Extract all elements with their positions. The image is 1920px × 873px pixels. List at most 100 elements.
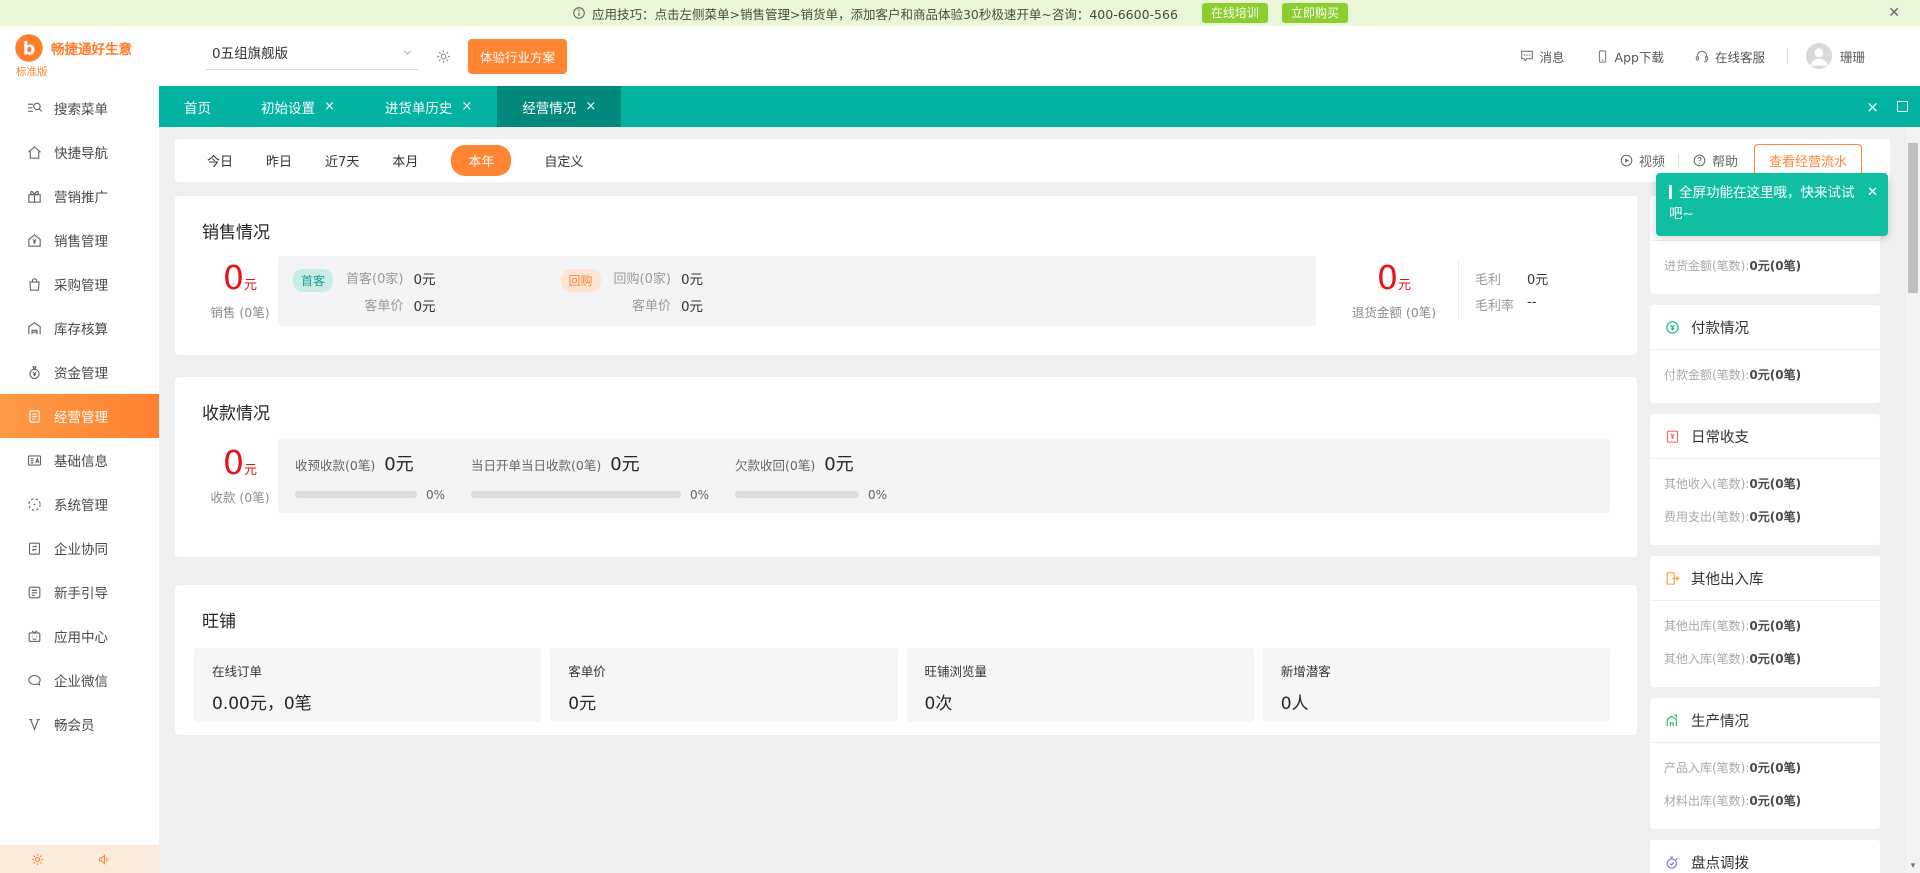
metric-label: 当日开单当日收款(0笔)	[471, 457, 602, 473]
online-training-button[interactable]: 在线培训	[1201, 2, 1268, 24]
range-month[interactable]: 本月	[392, 151, 418, 170]
metric-value: 0元	[610, 453, 640, 475]
sidebar-item-marketing[interactable]: 营销推广	[0, 174, 159, 218]
main-column: 销售情况 0元 销售 (0笔) 首客 首客(0家) 0元 客单价 0元 回购 回…	[175, 196, 1637, 873]
sidebar-item-label: 搜索菜单	[54, 102, 108, 118]
home-icon	[28, 145, 41, 159]
section-title: 其他出入库	[1691, 571, 1764, 588]
warehouse-icon	[28, 321, 41, 334]
vertical-scrollbar[interactable]: ▾	[1906, 127, 1920, 873]
clipboard-icon	[29, 409, 40, 423]
dashboard-page: 今日 昨日 近7天 本月 本年 自定义 视频 帮助 查看经营流水 销售情况 0元…	[159, 127, 1920, 873]
row-label: 进货金额(笔数):	[1664, 259, 1750, 273]
tile-label: 客单价	[568, 664, 606, 679]
row-label: 其他入库(笔数):	[1664, 652, 1750, 666]
stocktake-section: 盘点调拨	[1650, 840, 1880, 873]
metric-label: 收预收款(0笔)	[295, 457, 376, 473]
sidebar-item-search-menu[interactable]: 搜索菜单	[0, 86, 159, 130]
sidebar: 搜索菜单 快捷导航 营销推广 销售管理 采购管理 库存核算 资金管理 经营管理 …	[0, 86, 159, 873]
repeat-customer-label: 回购(0家)	[613, 271, 671, 287]
sidebar-item-app-center[interactable]: 应用中心	[0, 614, 159, 658]
row-label: 其他出库(笔数):	[1664, 619, 1750, 633]
sidebar-item-sales[interactable]: 销售管理	[0, 218, 159, 262]
sidebar-item-wechat[interactable]: 企业微信	[0, 658, 159, 702]
shopping-bag-icon	[29, 277, 40, 291]
video-link[interactable]: 视频	[1619, 151, 1665, 170]
section-title: 盘点调拨	[1691, 855, 1749, 872]
range-7days[interactable]: 近7天	[325, 151, 359, 170]
sidebar-item-base-info[interactable]: 基础信息	[0, 438, 159, 482]
range-custom[interactable]: 自定义	[544, 151, 583, 170]
tooltip-close-icon[interactable]: ✕	[1867, 183, 1878, 203]
messages-link[interactable]: 消息	[1519, 47, 1565, 66]
sidebar-item-guide[interactable]: 新手引导	[0, 570, 159, 614]
collection-amount-unit: 元	[243, 462, 257, 478]
panel-row: 进货金额(笔数):0元(0笔)	[1664, 257, 1866, 274]
sidebar-item-business[interactable]: 经营管理	[0, 394, 159, 438]
buy-now-button[interactable]: 立即购买	[1281, 2, 1348, 24]
sidebar-item-label: 营销推广	[54, 190, 108, 206]
same-day-metric: 当日开单当日收款(0笔) 0元 0%	[471, 450, 709, 502]
help-circle-icon	[1693, 154, 1706, 167]
sidebar-item-inventory[interactable]: 库存核算	[0, 306, 159, 350]
sidebar-item-purchase[interactable]: 采购管理	[0, 262, 159, 306]
sidebar-item-label: 采购管理	[54, 278, 108, 294]
tab-business-status[interactable]: 经营情况 ×	[497, 86, 622, 127]
online-service-label: 在线客服	[1714, 49, 1765, 65]
tab-close-icon[interactable]: ×	[585, 99, 596, 114]
tab-purchase-history[interactable]: 进货单历史 ×	[360, 86, 497, 127]
sidebar-item-label: 企业协同	[54, 542, 108, 558]
wechat-icon	[28, 674, 41, 686]
right-panel: 进货金额(笔数):0元(0笔) 付款情况 付款金额(笔数):0元(0笔) 日常收…	[1650, 196, 1880, 873]
collection-amount: 0	[222, 442, 244, 482]
org-select[interactable]: 0五组旗舰版	[206, 42, 418, 70]
sidebar-item-quick-nav[interactable]: 快捷导航	[0, 130, 159, 174]
panel-row: 其他入库(笔数):0元(0笔)	[1664, 650, 1866, 667]
info-card-icon	[27, 454, 42, 466]
row-label: 其他收入(笔数):	[1664, 477, 1750, 491]
refund-amount-block: 0元 退货金额 (0笔)	[1330, 261, 1458, 321]
sales-amount-block: 0元 销售 (0笔)	[202, 261, 278, 321]
sidebar-item-funds[interactable]: 资金管理	[0, 350, 159, 394]
tab-label: 进货单历史	[384, 100, 453, 117]
experience-plan-button[interactable]: 体验行业方案	[468, 38, 568, 74]
fullscreen-icon[interactable]	[1897, 101, 1908, 112]
tab-home[interactable]: 首页	[159, 86, 236, 127]
sidebar-item-member[interactable]: 畅会员	[0, 702, 159, 746]
collection-detail-box: 收预收款(0笔) 0元 0% 当日开单当日收款(0笔) 0元 0% 欠款收回(0笔)…	[278, 438, 1610, 513]
row-value: 0元(0笔)	[1749, 259, 1802, 273]
notice-close-icon[interactable]: ✕	[1888, 5, 1900, 21]
org-settings-gear-icon[interactable]	[435, 48, 452, 65]
help-link[interactable]: 帮助	[1692, 151, 1738, 170]
tab-initial-setup[interactable]: 初始设置 ×	[236, 86, 360, 127]
close-all-tabs-icon[interactable]: ×	[1866, 98, 1879, 116]
header-right: 消息 App下载 在线客服 珊珊	[1489, 26, 1865, 86]
row-label: 付款金额(笔数):	[1664, 368, 1750, 382]
online-service-link[interactable]: 在线客服	[1694, 47, 1765, 66]
progress-bar	[295, 491, 417, 498]
range-today[interactable]: 今日	[207, 151, 233, 170]
app-download-link[interactable]: App下载	[1595, 47, 1664, 66]
sidebar-item-collab[interactable]: 企业协同	[0, 526, 159, 570]
brand-edition: 标准版	[16, 66, 48, 78]
repeat-customer-group: 回购 回购(0家) 0元 客单价 0元	[560, 268, 703, 315]
tab-close-icon[interactable]: ×	[324, 99, 335, 114]
settings-gear-icon[interactable]	[30, 852, 45, 867]
announcement-icon[interactable]	[97, 852, 112, 867]
scroll-down-arrow[interactable]: ▾	[1906, 861, 1920, 871]
range-yesterday[interactable]: 昨日	[266, 151, 292, 170]
refund-amount: 0	[1376, 258, 1398, 297]
row-value: 0元(0笔)	[1749, 619, 1802, 633]
margin-label: 毛利率	[1475, 298, 1515, 314]
sidebar-item-label: 销售管理	[54, 234, 108, 250]
section-title: 生产情况	[1691, 713, 1749, 730]
panel-row: 产品入库(笔数):0元(0笔)	[1664, 759, 1866, 776]
member-icon	[29, 718, 40, 731]
sidebar-item-label: 资金管理	[54, 366, 108, 382]
avatar[interactable]	[1805, 43, 1832, 69]
scrollbar-thumb[interactable]	[1908, 143, 1918, 293]
tab-close-icon[interactable]: ×	[461, 99, 472, 114]
sidebar-item-system[interactable]: 系统管理	[0, 482, 159, 526]
range-year-active[interactable]: 本年	[451, 145, 512, 176]
gift-icon	[28, 190, 41, 203]
